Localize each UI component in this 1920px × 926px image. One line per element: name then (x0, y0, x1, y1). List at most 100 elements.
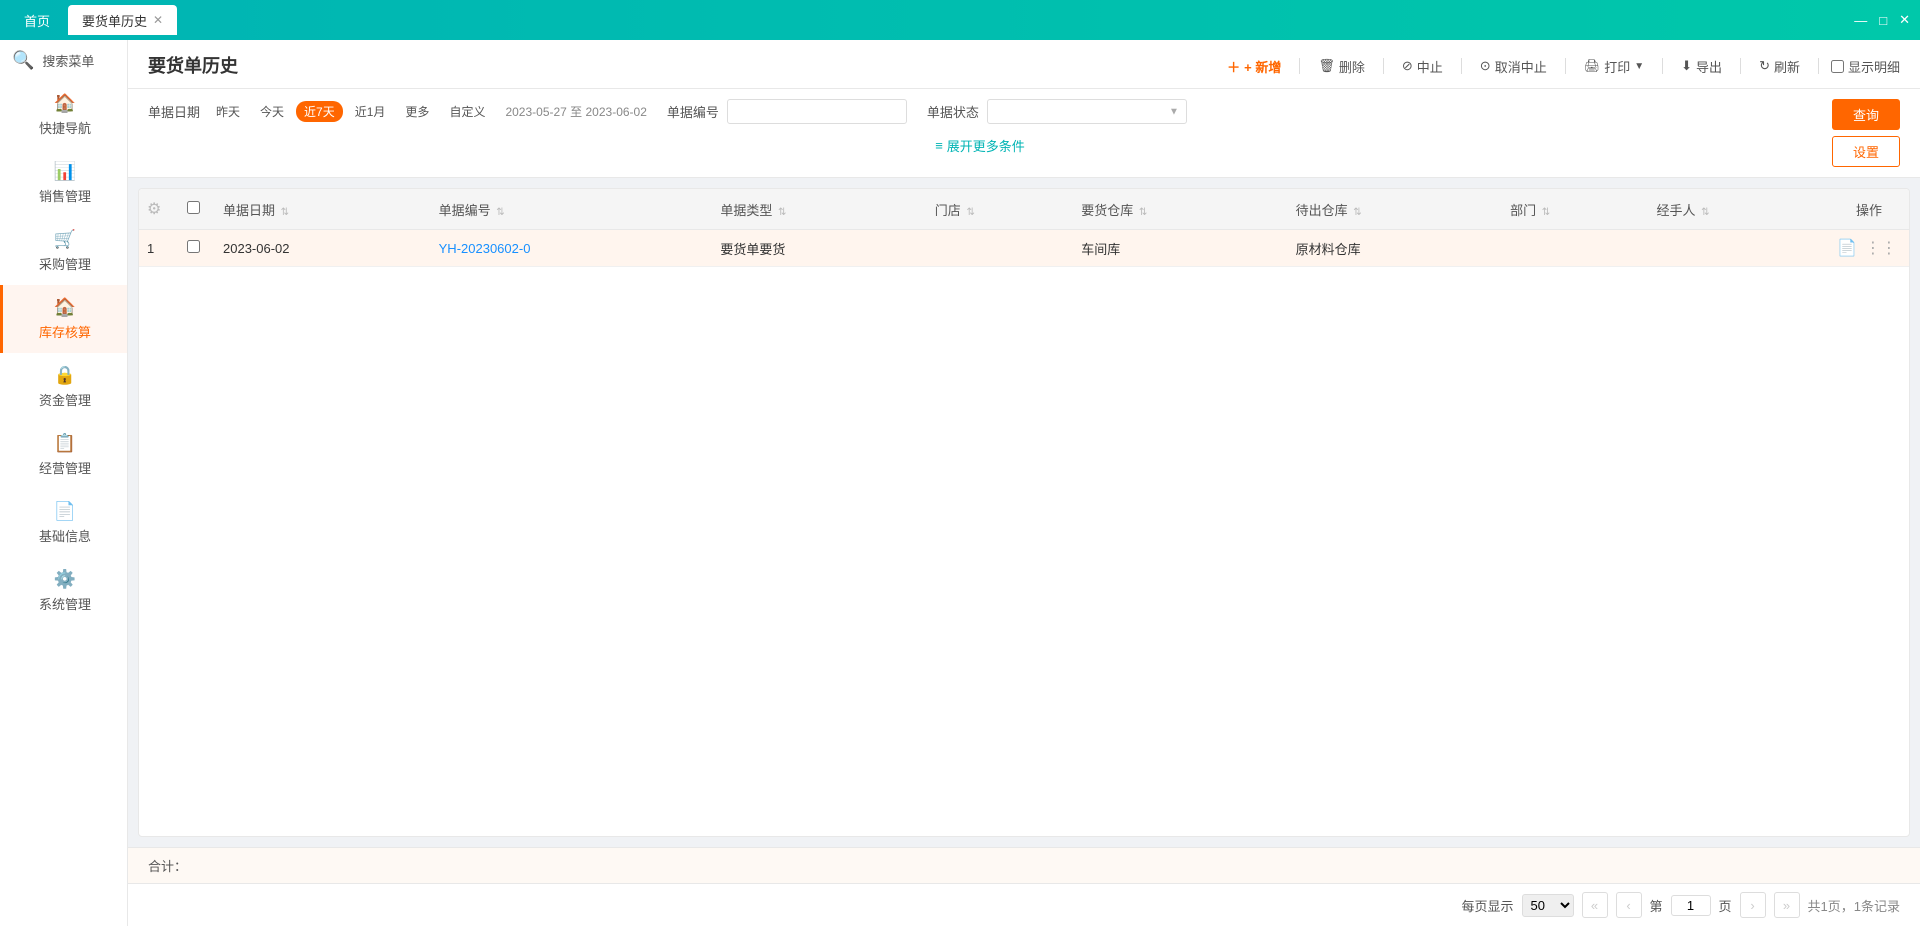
row-department (1502, 230, 1648, 267)
sidebar-item-basic-info[interactable]: 📄 基础信息 (0, 489, 127, 557)
sidebar-item-search[interactable]: 🔍 搜索菜单 (0, 40, 127, 81)
col-action-label: 操作 (1856, 203, 1882, 218)
close-icon[interactable]: ✕ (1899, 12, 1910, 28)
col-handler: 经手人 ⇅ (1649, 189, 1829, 230)
row-doc-number[interactable]: YH-20230602-0 (431, 230, 713, 267)
per-page-select[interactable]: 50 100 (1522, 894, 1574, 917)
tab-close-icon[interactable]: ✕ (153, 13, 163, 27)
doc-number-label: 单据编号 (667, 102, 719, 121)
table-settings-icon[interactable]: ⚙ (147, 201, 161, 218)
select-all-checkbox[interactable] (187, 201, 200, 214)
refresh-icon: ↻ (1759, 58, 1770, 74)
home-icon: 🏠 (54, 93, 76, 114)
row-select-checkbox[interactable] (187, 240, 200, 253)
sidebar-item-purchase[interactable]: 🛒 采购管理 (0, 217, 127, 285)
date-btn-more[interactable]: 更多 (397, 101, 437, 122)
row-edit-icon[interactable]: 📄 (1837, 238, 1857, 258)
export-button[interactable]: ⬇ 导出 (1675, 53, 1728, 80)
row-more-icon[interactable]: ⋮⋮ (1865, 238, 1897, 258)
cancel-stop-button[interactable]: ⊙ 取消中止 (1474, 53, 1553, 80)
date-btn-7days[interactable]: 近7天 (296, 101, 343, 122)
date-btn-custom[interactable]: 自定义 (441, 101, 493, 122)
export-label: 导出 (1696, 57, 1722, 76)
stop-icon: ⊘ (1402, 58, 1413, 74)
stop-button[interactable]: ⊘ 中止 (1396, 53, 1449, 80)
col-warehouse-sort-icon[interactable]: ⇅ (1139, 207, 1147, 218)
plus-icon: ＋ (1227, 57, 1240, 76)
cart-icon: 🛒 (54, 229, 76, 250)
col-doc-number: 单据编号 ⇅ (431, 189, 713, 230)
delete-button[interactable]: 🗑 删除 (1312, 53, 1371, 80)
print-button[interactable]: 🖨 打印 ▼ (1578, 53, 1650, 80)
col-action: 操作 (1829, 189, 1909, 230)
date-btn-yesterday[interactable]: 昨天 (208, 101, 248, 122)
table-footer: 合计： (128, 847, 1920, 883)
col-date-sort-icon[interactable]: ⇅ (281, 207, 289, 218)
col-dept-sort-icon[interactable]: ⇅ (1542, 207, 1550, 218)
divider-7 (1818, 58, 1819, 74)
first-page-btn[interactable]: « (1582, 892, 1608, 918)
query-button[interactable]: 查询 (1832, 99, 1900, 130)
prev-page-btn[interactable]: ‹ (1616, 892, 1642, 918)
row-date: 2023-06-02 (215, 230, 431, 267)
row-index: 1 (139, 230, 179, 267)
next-page-btn[interactable]: › (1740, 892, 1766, 918)
tab-home[interactable]: 首页 (10, 5, 64, 35)
col-store-sort-icon[interactable]: ⇅ (966, 207, 974, 218)
last-page-btn[interactable]: » (1774, 892, 1800, 918)
sidebar-item-finance[interactable]: 🔒 资金管理 (0, 353, 127, 421)
print-label: 打印 (1604, 57, 1630, 76)
sidebar: 🔍 搜索菜单 🏠 快捷导航 📊 销售管理 🛒 采购管理 🏠 库存核算 🔒 资金管… (0, 40, 128, 926)
status-select[interactable] (987, 99, 1187, 124)
doc-number-input[interactable] (727, 99, 907, 124)
inventory-icon: 🏠 (54, 297, 76, 318)
data-table: ⚙ 单据日期 ⇅ 单据编号 ⇅ (139, 189, 1909, 267)
maximize-icon[interactable]: □ (1879, 13, 1887, 28)
top-bar: 首页 要货单历史 ✕ — □ ✕ (0, 0, 1920, 40)
clipboard-icon: 📋 (54, 433, 76, 454)
status-label: 单据状态 (927, 102, 979, 121)
sidebar-purchase-label: 采购管理 (39, 254, 91, 273)
sidebar-item-system[interactable]: ⚙️ 系统管理 (0, 557, 127, 625)
col-checkbox (179, 189, 215, 230)
date-filter-group: 单据日期 昨天 今天 近7天 近1月 更多 自定义 2023-05-27 至 2… (148, 101, 647, 122)
total-info: 共1页，1条记录 (1808, 896, 1900, 915)
doc-number-link[interactable]: YH-20230602-0 (439, 241, 531, 256)
display-detail-toggle[interactable]: 显示明细 (1831, 57, 1900, 76)
refresh-button[interactable]: ↻ 刷新 (1753, 53, 1806, 80)
col-settings: ⚙ (139, 189, 179, 230)
filter-row-1: 单据日期 昨天 今天 近7天 近1月 更多 自定义 2023-05-27 至 2… (148, 99, 1812, 124)
new-button[interactable]: ＋ + 新增 (1221, 53, 1287, 80)
row-action-icons: 📄 ⋮⋮ (1837, 238, 1901, 258)
date-btn-1month[interactable]: 近1月 (347, 101, 394, 122)
sidebar-item-quick-nav[interactable]: 🏠 快捷导航 (0, 81, 127, 149)
sidebar-search-label: 搜索菜单 (42, 51, 94, 70)
col-doc-type-sort-icon[interactable]: ⇅ (778, 207, 786, 218)
filter-settings-button[interactable]: 设置 (1832, 136, 1900, 167)
col-doc-number-label: 单据编号 (439, 203, 491, 218)
document-icon: 📄 (54, 501, 76, 522)
col-pending-sort-icon[interactable]: ⇅ (1353, 207, 1361, 218)
sidebar-item-sales[interactable]: 📊 销售管理 (0, 149, 127, 217)
sidebar-operations-label: 经营管理 (39, 458, 91, 477)
col-handler-sort-icon[interactable]: ⇅ (1701, 207, 1709, 218)
sidebar-item-inventory[interactable]: 🏠 库存核算 (0, 285, 127, 353)
minimize-icon[interactable]: — (1854, 13, 1867, 28)
col-doc-number-sort-icon[interactable]: ⇅ (496, 207, 504, 218)
main-layout: 🔍 搜索菜单 🏠 快捷导航 📊 销售管理 🛒 采购管理 🏠 库存核算 🔒 资金管… (0, 40, 1920, 926)
col-pending-warehouse: 待出仓库 ⇅ (1288, 189, 1502, 230)
cancel-stop-label: 取消中止 (1495, 57, 1547, 76)
export-icon: ⬇ (1681, 58, 1692, 74)
tab-order-history[interactable]: 要货单历史 ✕ (68, 5, 177, 35)
sidebar-item-operations[interactable]: 📋 经营管理 (0, 421, 127, 489)
status-select-wrapper (987, 99, 1187, 124)
chart-icon: 📊 (54, 161, 76, 182)
col-handler-label: 经手人 (1657, 203, 1696, 218)
page-toolbar: ＋ + 新增 🗑 删除 ⊘ 中止 ⊙ (1221, 53, 1900, 88)
expand-more-btn[interactable]: ≡ 展开更多条件 (148, 132, 1812, 159)
next-page-icon: › (1750, 898, 1754, 913)
divider-6 (1740, 58, 1741, 74)
current-page-input[interactable]: 1 (1671, 895, 1711, 916)
display-detail-checkbox[interactable] (1831, 60, 1844, 73)
date-btn-today[interactable]: 今天 (252, 101, 292, 122)
